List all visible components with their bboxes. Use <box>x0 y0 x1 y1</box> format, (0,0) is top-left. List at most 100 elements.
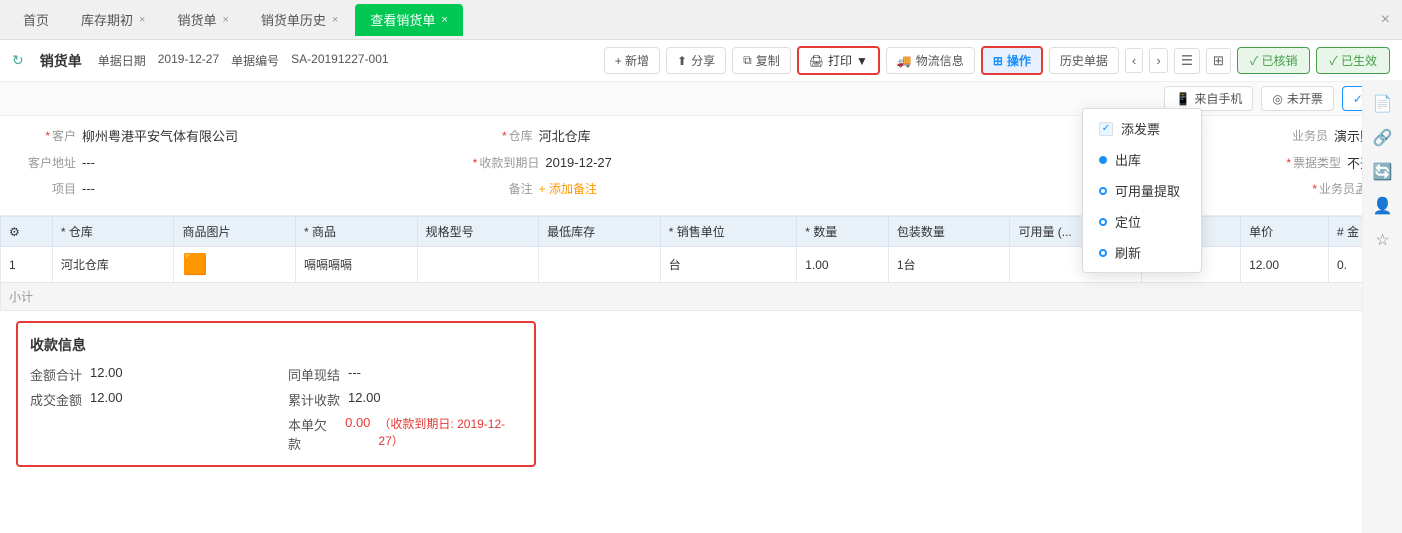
col-product-image[interactable]: 商品图片 <box>174 217 296 247</box>
refresh-label: 刷新 <box>1115 243 1141 262</box>
warehouse-label: 仓库 <box>473 127 533 144</box>
grid-view-button[interactable]: ⊞ <box>1206 48 1231 74</box>
available-extract-item[interactable]: 可用量提取 <box>1083 175 1201 206</box>
total-amount-label: 金额合计 <box>30 365 82 384</box>
current-balance-label: 本单欠款 <box>288 415 337 453</box>
available-extract-label: 可用量提取 <box>1115 181 1180 200</box>
same-order-settle-label: 同单现结 <box>288 365 340 384</box>
locate-item[interactable]: 定位 <box>1083 206 1201 237</box>
same-order-settle-value: --- <box>348 365 361 384</box>
doc-number-label: 单据编号 <box>231 52 279 69</box>
list-view-button[interactable]: ☰ <box>1174 48 1200 74</box>
customer-field: 客户 柳州粤港平安气体有限公司 <box>16 126 473 145</box>
main-content: ↻ 销货单 单据日期 2019-12-27 单据编号 SA-20191227-0… <box>0 40 1402 533</box>
current-balance-item <box>30 415 264 453</box>
salesperson-label: 业务员孟 <box>1307 180 1367 197</box>
sidebar-star-icon[interactable]: ☆ <box>1367 224 1399 256</box>
logistics-button[interactable]: 🚚 物流信息 <box>886 47 975 74</box>
ticket-type-label: 票据类型 <box>1281 154 1341 171</box>
phone-icon: 📱 <box>1175 92 1190 106</box>
payment-section: 收款信息 金额合计 12.00 同单现结 --- 成交金额 12.00 累计收款… <box>16 321 536 467</box>
warehouse-field: 仓库 河北仓库 <box>473 126 930 145</box>
current-balance-row: 本单欠款 0.00 （收款到期日: 2019-12-27） <box>288 415 522 453</box>
payment-grid: 金额合计 12.00 同单现结 --- 成交金额 12.00 累计收款 12.0… <box>30 365 522 453</box>
operation-button[interactable]: ⊞ 操作 <box>981 46 1043 75</box>
right-sidebar: 📄 🔗 🔄 👤 ☆ ⛶ <box>1362 80 1402 533</box>
copy-button[interactable]: ⧉ 复制 <box>732 47 791 74</box>
cell-quantity: 1.00 <box>797 247 889 283</box>
refresh-item[interactable]: 刷新 <box>1083 237 1201 268</box>
col-sales-unit[interactable]: * 销售单位 <box>660 217 797 247</box>
col-settings[interactable]: ⚙ <box>1 217 53 247</box>
locate-dot-icon <box>1099 218 1107 226</box>
add-remark-button[interactable]: + 添加备注 <box>539 180 597 197</box>
already-effective-button[interactable]: ✓ 已生效 <box>1316 47 1390 74</box>
col-product[interactable]: * 商品 <box>296 217 418 247</box>
tab-bar: 首页 库存期初 × 销货单 × 销货单历史 × 查看销货单 × × <box>0 0 1402 40</box>
tab-view-sales[interactable]: 查看销货单 × <box>355 4 462 36</box>
transaction-amount-item: 成交金额 12.00 <box>30 390 264 409</box>
print-button[interactable]: 🖨 打印 ▼ <box>797 46 880 75</box>
col-spec[interactable]: 规格型号 <box>417 217 539 247</box>
cell-spec <box>417 247 539 283</box>
cumulative-receipt-value: 12.00 <box>348 390 381 409</box>
tab-sales-order[interactable]: 销货单 × <box>162 4 243 36</box>
cumulative-receipt-label: 累计收款 <box>288 390 340 409</box>
doc-number-value: SA-20191227-001 <box>291 52 388 69</box>
prev-button[interactable]: ‹ <box>1125 48 1143 73</box>
sidebar-refresh-icon[interactable]: 🔄 <box>1367 156 1399 188</box>
doc-date-label: 单据日期 <box>98 52 146 69</box>
sidebar-link-icon[interactable]: 🔗 <box>1367 122 1399 154</box>
cell-no: 1 <box>1 247 53 283</box>
next-button[interactable]: › <box>1149 48 1167 73</box>
doc-refresh-icon: ↻ <box>12 52 24 69</box>
col-min-stock[interactable]: 最低库存 <box>539 217 661 247</box>
col-quantity[interactable]: * 数量 <box>797 217 889 247</box>
same-order-settle-item: 同单现结 --- <box>288 365 522 384</box>
transaction-amount-label: 成交金额 <box>30 390 82 409</box>
tab-sales-history-close[interactable]: × <box>332 14 338 26</box>
payment-title: 收款信息 <box>30 335 522 355</box>
subtotal-label: 小计 <box>1 283 1402 311</box>
add-invoice-item[interactable]: ✓ 添发票 <box>1083 113 1201 144</box>
doc-info: ↻ 销货单 单据日期 2019-12-27 单据编号 SA-20191227-0… <box>12 51 596 71</box>
doc-meta: 单据日期 2019-12-27 单据编号 SA-20191227-001 <box>98 52 389 69</box>
close-all-button[interactable]: × <box>1381 11 1390 29</box>
col-unit-price[interactable]: 单价 <box>1241 217 1329 247</box>
col-package-qty[interactable]: 包装数量 <box>888 217 1010 247</box>
from-phone-label: 来自手机 <box>1194 90 1242 107</box>
payment-due-field: 收款到期日 2019-12-27 <box>473 153 930 172</box>
not-open-label: 未开票 <box>1287 90 1323 107</box>
tab-home[interactable]: 首页 <box>8 4 64 36</box>
not-open-invoice-button[interactable]: ◎ 未开票 <box>1261 86 1334 111</box>
customer-value: 柳州粤港平安气体有限公司 <box>82 126 238 145</box>
out-warehouse-item[interactable]: 出库 <box>1083 144 1201 175</box>
toolbar: ↻ 销货单 单据日期 2019-12-27 单据编号 SA-20191227-0… <box>0 40 1402 82</box>
already-cancelled-button[interactable]: ✓ 已核销 <box>1237 47 1311 74</box>
tab-view-sales-label: 查看销货单 <box>370 10 435 29</box>
transaction-amount-value: 12.00 <box>90 390 123 409</box>
out-warehouse-dot-icon <box>1099 156 1107 164</box>
customer-addr-value: --- <box>82 155 95 170</box>
tab-sales-history[interactable]: 销货单历史 × <box>246 4 353 36</box>
history-doc-button[interactable]: 历史单据 <box>1049 47 1119 74</box>
payment-due-label: 收款到期日 <box>473 154 540 171</box>
operation-icon: ⊞ <box>993 54 1003 68</box>
doc-title: 销货单 <box>40 51 82 71</box>
tab-inventory-init-close[interactable]: × <box>139 14 145 26</box>
col-warehouse[interactable]: * 仓库 <box>52 217 174 247</box>
tab-sales-order-label: 销货单 <box>177 10 216 29</box>
customer-addr-field: 客户地址 --- <box>16 153 473 172</box>
tab-inventory-init[interactable]: 库存期初 × <box>66 4 160 36</box>
tab-view-sales-close[interactable]: × <box>441 14 447 26</box>
new-button[interactable]: + 新增 <box>604 47 660 74</box>
due-date-hint: （收款到期日: 2019-12-27） <box>378 415 522 453</box>
project-label: 项目 <box>16 180 76 197</box>
sidebar-doc-icon[interactable]: 📄 <box>1367 88 1399 120</box>
tab-inventory-init-label: 库存期初 <box>81 10 133 29</box>
sidebar-person-icon[interactable]: 👤 <box>1367 190 1399 222</box>
share-button[interactable]: ⬆ 分享 <box>666 47 726 74</box>
total-amount-item: 金额合计 12.00 <box>30 365 264 384</box>
cell-product-image: 🟧 <box>174 247 296 283</box>
tab-sales-order-close[interactable]: × <box>222 14 228 26</box>
